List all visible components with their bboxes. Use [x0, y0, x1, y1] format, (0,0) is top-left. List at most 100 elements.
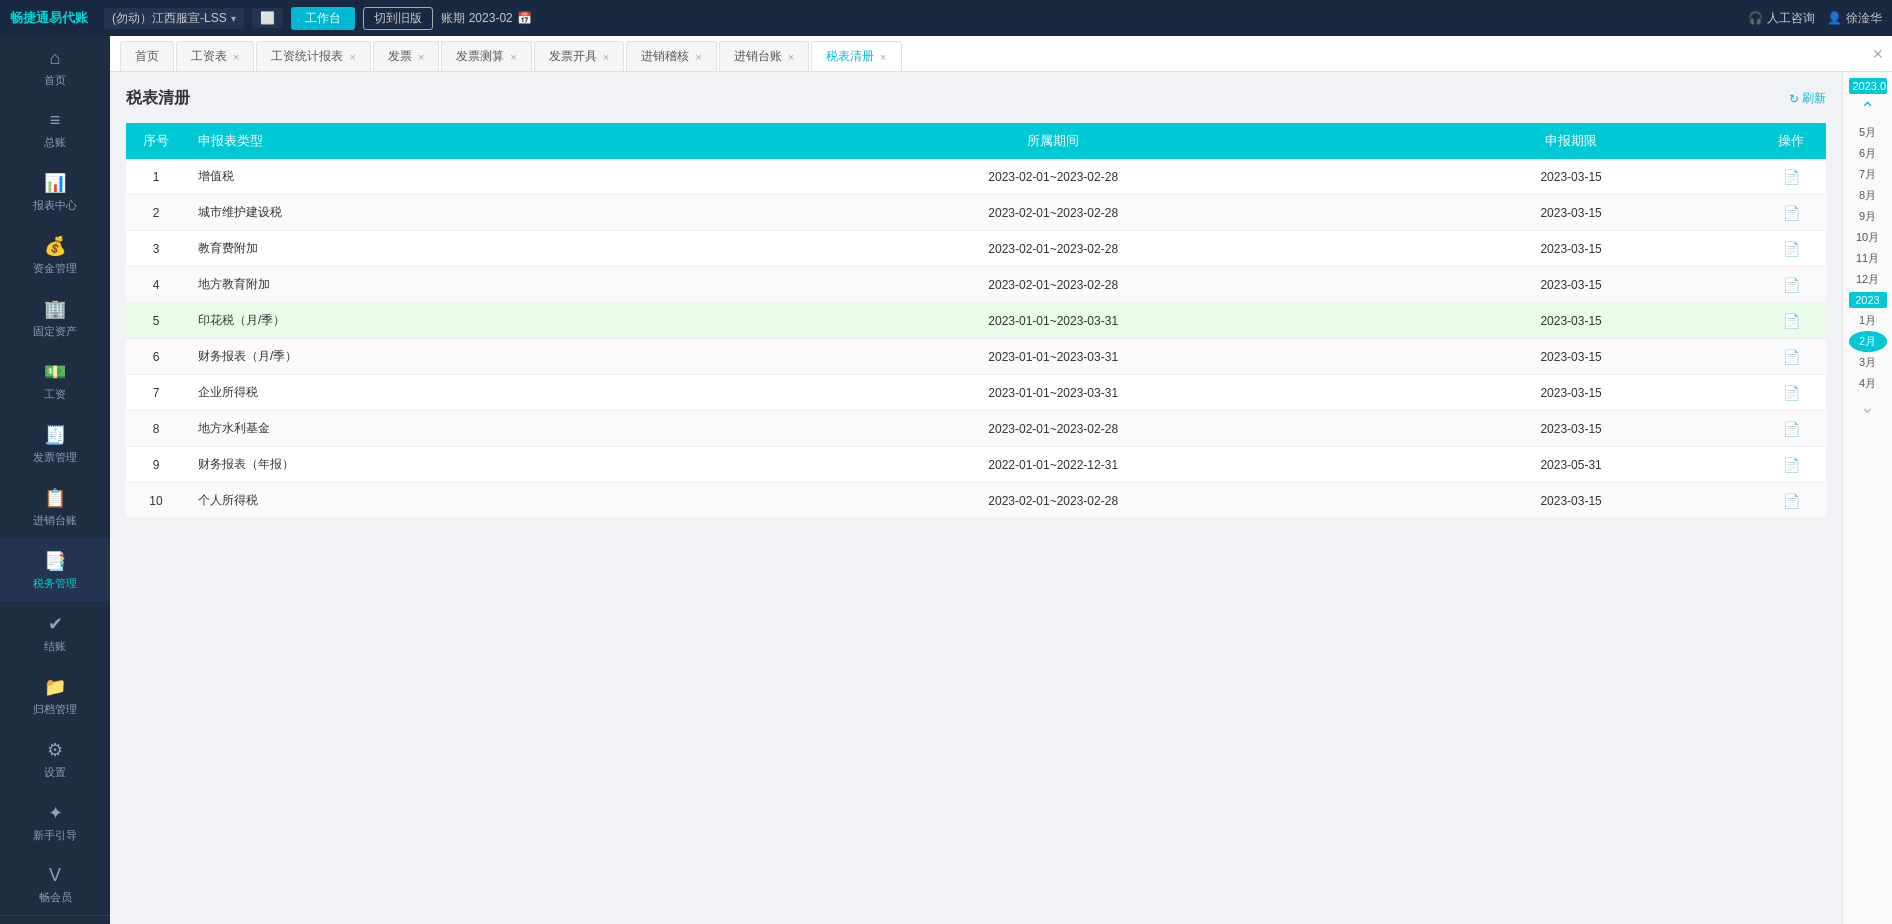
tab-tax-register[interactable]: 税表清册 × — [811, 41, 901, 72]
sidebar-item-settings[interactable]: ⚙ 设置 — [0, 727, 110, 790]
month-1-2023[interactable]: 1月 — [1849, 310, 1887, 331]
sidebar-item-home[interactable]: ⌂ 首页 — [0, 36, 110, 98]
tab-close-icon[interactable]: × — [788, 51, 794, 63]
top-bar-right: 🎧 人工咨询 👤 徐淦华 — [1748, 10, 1882, 27]
view-action-icon[interactable]: 📄 — [1783, 277, 1800, 293]
cell-period: 2023-02-01~2023-02-28 — [720, 267, 1386, 303]
sidebar-item-archive[interactable]: 📁 归档管理 — [0, 664, 110, 727]
sidebar-item-label: 报表中心 — [33, 198, 77, 213]
invoice-icon: 🧾 — [44, 424, 66, 446]
ai-consult-button[interactable]: 🎧 人工咨询 — [1748, 10, 1815, 27]
closing-icon: ✔ — [48, 613, 63, 635]
cell-type: 印花税（月/季） — [186, 303, 720, 339]
cell-deadline: 2023-03-15 — [1386, 231, 1756, 267]
sidebar-item-invoice[interactable]: 🧾 发票管理 — [0, 412, 110, 475]
tab-label: 工资统计报表 — [271, 48, 343, 65]
sidebar-item-guide[interactable]: ✦ 新手引导 — [0, 790, 110, 853]
view-action-icon[interactable]: 📄 — [1783, 313, 1800, 329]
tab-invoice-list[interactable]: 发票 × — [373, 41, 439, 71]
tab-close-icon[interactable]: × — [880, 51, 886, 63]
cell-deadline: 2023-03-15 — [1386, 411, 1756, 447]
tab-close-icon[interactable]: × — [349, 51, 355, 63]
purchase-icon: 📋 — [44, 487, 66, 509]
refresh-button[interactable]: ↻ 刷新 — [1789, 90, 1826, 107]
month-10[interactable]: 10月 — [1849, 227, 1887, 248]
home-icon: ⌂ — [50, 48, 61, 69]
tab-close-icon[interactable]: × — [695, 51, 701, 63]
switch-old-button[interactable]: 切到旧版 — [363, 7, 433, 30]
view-action-icon[interactable]: 📄 — [1783, 169, 1800, 185]
tab-salary-table[interactable]: 工资表 × — [176, 41, 254, 71]
sidebar-item-label: 发票管理 — [33, 450, 77, 465]
cell-type: 地方教育附加 — [186, 267, 720, 303]
month-4-2023[interactable]: 4月 — [1849, 373, 1887, 394]
tab-label: 进销稽核 — [641, 48, 689, 65]
cell-type: 个人所得税 — [186, 483, 720, 519]
copy-icon-button[interactable]: ⬜ — [252, 8, 283, 28]
user-profile[interactable]: 👤 徐淦华 — [1827, 10, 1882, 27]
page-main: 税表清册 ↻ 刷新 序号 申报表类型 所属期间 申报期限 操作 — [110, 72, 1842, 924]
month-5[interactable]: 5月 — [1849, 122, 1887, 143]
tab-bar: 首页 工资表 × 工资统计报表 × 发票 × 发票测算 × 发票开具 × — [110, 36, 1892, 72]
sidebar-item-label: 首页 — [44, 73, 66, 88]
sidebar-item-report[interactable]: 📊 报表中心 — [0, 160, 110, 223]
tab-label: 首页 — [135, 48, 159, 65]
sidebar-item-closing[interactable]: ✔ 结账 — [0, 601, 110, 664]
tab-purchase-check[interactable]: 进销稽核 × — [626, 41, 716, 71]
calendar-icon[interactable]: 📅 — [517, 11, 532, 25]
scroll-down-icon[interactable]: ⌄ — [1860, 396, 1875, 418]
month-12[interactable]: 12月 — [1849, 269, 1887, 290]
tab-purchase-ledger[interactable]: 进销台账 × — [719, 41, 809, 71]
cell-deadline: 2023-03-15 — [1386, 375, 1756, 411]
tab-invoice-open[interactable]: 发票开具 × — [534, 41, 624, 71]
view-action-icon[interactable]: 📄 — [1783, 493, 1800, 509]
month-8[interactable]: 8月 — [1849, 185, 1887, 206]
view-action-icon[interactable]: 📄 — [1783, 241, 1800, 257]
tab-close-icon[interactable]: × — [510, 51, 516, 63]
table-row: 6财务报表（月/季）2023-01-01~2023-03-312023-03-1… — [126, 339, 1826, 375]
sidebar-item-purchase[interactable]: 📋 进销台账 — [0, 475, 110, 538]
month-2-2023[interactable]: 2月 — [1849, 331, 1887, 352]
month-3-2023[interactable]: 3月 — [1849, 352, 1887, 373]
cell-no: 4 — [126, 267, 186, 303]
view-action-icon[interactable]: 📄 — [1783, 421, 1800, 437]
view-action-icon[interactable]: 📄 — [1783, 349, 1800, 365]
sidebar-item-tax[interactable]: 📑 税务管理 — [0, 538, 110, 601]
close-all-tabs-icon[interactable]: ✕ — [1872, 46, 1884, 62]
cell-deadline: 2023-05-31 — [1386, 447, 1756, 483]
year-2023-label: 2023 — [1849, 292, 1887, 308]
sidebar-item-label: 归档管理 — [33, 702, 77, 717]
table-row: 2城市维护建设税2023-02-01~2023-02-282023-03-15📄 — [126, 195, 1826, 231]
company-selector[interactable]: (勿动）江西服宣-LSS ▾ — [104, 8, 244, 29]
table-header-row: 序号 申报表类型 所属期间 申报期限 操作 — [126, 123, 1826, 159]
tab-home[interactable]: 首页 — [120, 41, 174, 71]
month-9[interactable]: 9月 — [1849, 206, 1887, 227]
view-action-icon[interactable]: 📄 — [1783, 385, 1800, 401]
tab-salary-stat[interactable]: 工资统计报表 × — [256, 41, 370, 71]
sidebar-item-fund[interactable]: 💰 资金管理 — [0, 223, 110, 286]
scroll-up-icon[interactable]: ⌃ — [1860, 98, 1875, 120]
cell-action: 📄 — [1756, 483, 1826, 519]
cell-deadline: 2023-03-15 — [1386, 195, 1756, 231]
view-action-icon[interactable]: 📄 — [1783, 205, 1800, 221]
tab-close-icon[interactable]: × — [603, 51, 609, 63]
month-7[interactable]: 7月 — [1849, 164, 1887, 185]
tab-invoice-check[interactable]: 发票测算 × — [441, 41, 531, 71]
sidebar-item-label: 工资 — [44, 387, 66, 402]
sidebar-item-ledger[interactable]: ≡ 总账 — [0, 98, 110, 160]
sidebar-item-member[interactable]: V 畅会员 — [0, 853, 110, 915]
cell-action: 📄 — [1756, 411, 1826, 447]
sidebar-item-salary[interactable]: 💵 工资 — [0, 349, 110, 412]
refresh-icon: ↻ — [1789, 92, 1799, 106]
cell-deadline: 2023-03-15 — [1386, 483, 1756, 519]
cell-action: 📄 — [1756, 375, 1826, 411]
sidebar-item-asset[interactable]: 🏢 固定资产 — [0, 286, 110, 349]
workbench-button[interactable]: 工作台 — [291, 7, 355, 30]
month-6[interactable]: 6月 — [1849, 143, 1887, 164]
view-action-icon[interactable]: 📄 — [1783, 457, 1800, 473]
month-11[interactable]: 11月 — [1849, 248, 1887, 269]
tab-close-icon[interactable]: × — [418, 51, 424, 63]
cell-deadline: 2023-03-15 — [1386, 267, 1756, 303]
tab-close-icon[interactable]: × — [233, 51, 239, 63]
cell-period: 2023-02-01~2023-02-28 — [720, 411, 1386, 447]
